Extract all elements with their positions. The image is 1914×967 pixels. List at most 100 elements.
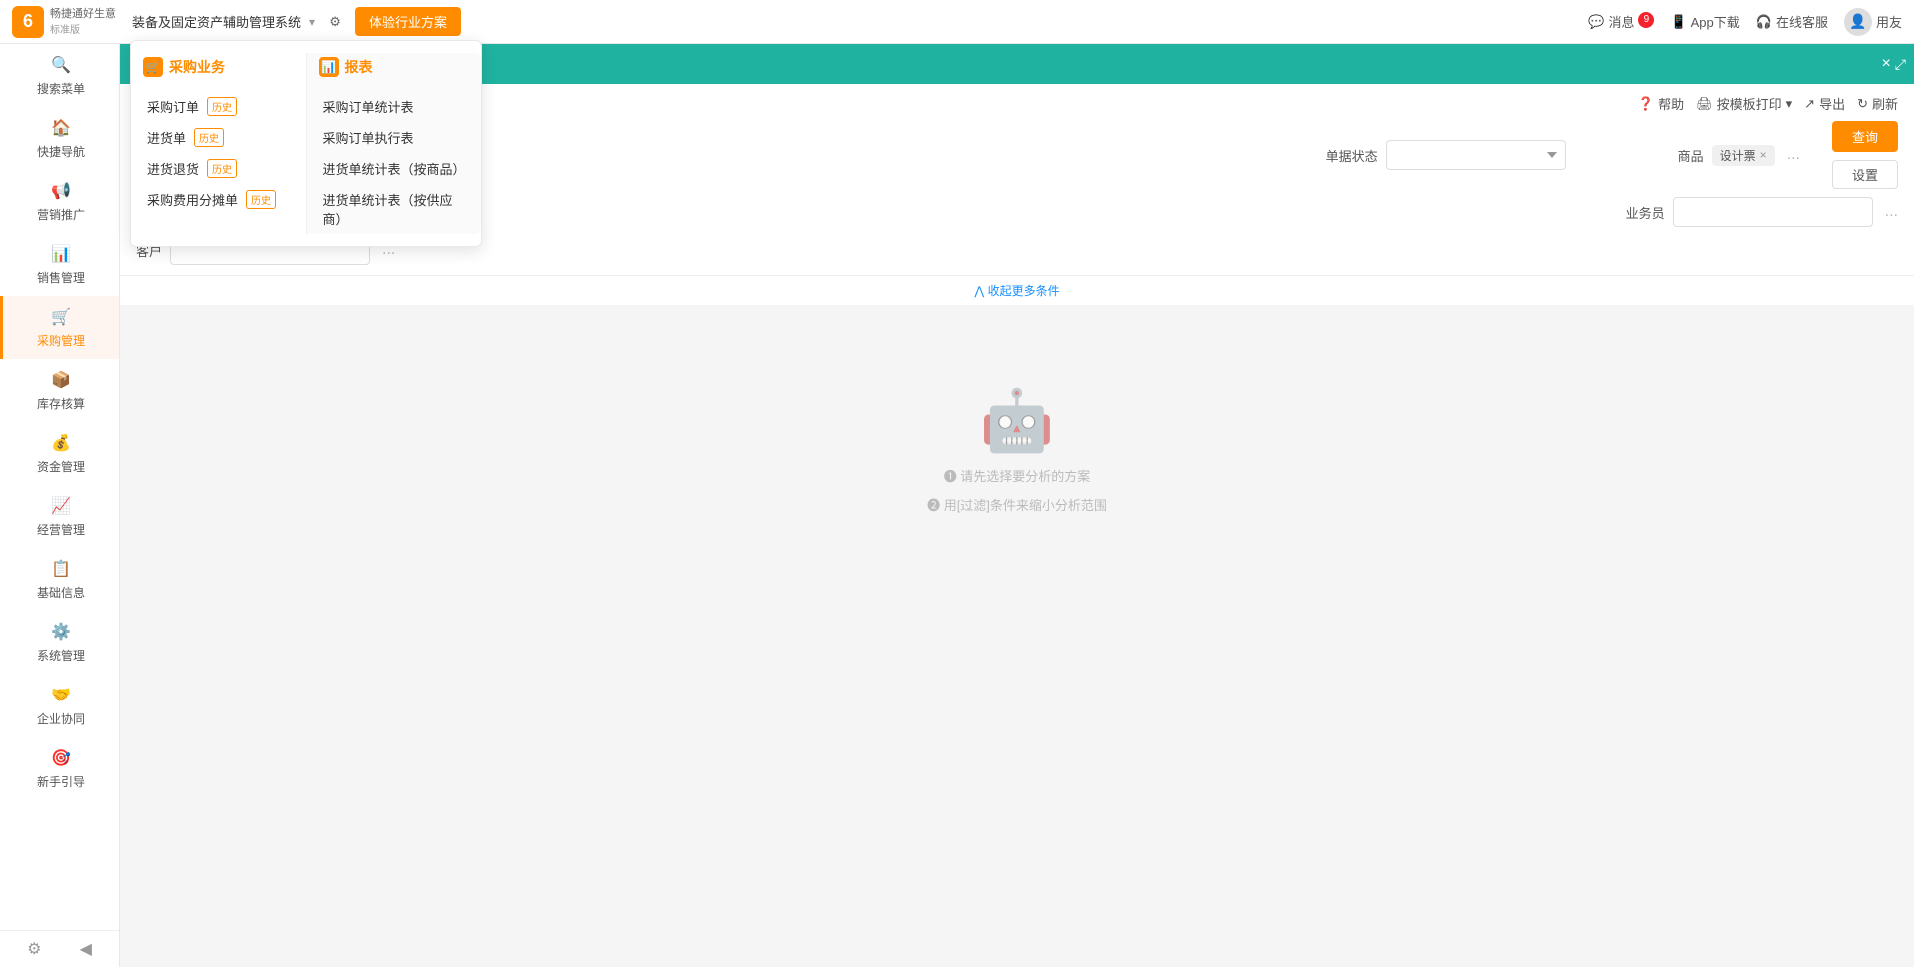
export-btn[interactable]: ↗ 导出	[1804, 94, 1845, 113]
sidebar-item-collab[interactable]: 🤝 企业协同	[0, 674, 119, 737]
dropdown-item-purchase-order[interactable]: 采购订单 历史	[143, 91, 294, 122]
purchase-col-label: 采购业务	[169, 57, 225, 77]
product-tag-close[interactable]: ×	[1760, 148, 1767, 162]
system-title: 装备及固定资产辅助管理系统	[132, 12, 301, 31]
salesman-label: 业务员	[1626, 203, 1665, 222]
salesman-filter: 业务员 ...	[1626, 197, 1898, 227]
salesman-input[interactable]	[1673, 197, 1873, 227]
dropdown-item-order-exec[interactable]: 采购订单执行表	[319, 122, 470, 153]
top-header: 6 畅捷通好生意 标准版 装备及固定资产辅助管理系统 ▾ ⚙ 体验行业方案 💬 …	[0, 0, 1914, 44]
purchase-icon: 🛒	[50, 306, 72, 328]
status-select[interactable]	[1386, 140, 1566, 170]
sidebar-bottom: ⚙ ◀	[0, 930, 119, 967]
settings-icon[interactable]: ⚙	[323, 10, 347, 34]
export-icon: ↗	[1804, 96, 1815, 112]
finance-icon: 💰	[50, 432, 72, 454]
dropdown-item-incoming-stats-product[interactable]: 进货单统计表（按商品）	[319, 153, 470, 184]
refresh-btn[interactable]: ↻ 刷新	[1857, 94, 1898, 113]
sidebar-label-marketing: 营销推广	[37, 206, 85, 223]
product-filter: 商品 设计票 × ...	[1678, 145, 1800, 166]
sidebar-item-operations[interactable]: 📈 经营管理	[0, 485, 119, 548]
content-area: 首页 销售排行榜 × × ⤢ ❓ 帮助 🖨	[120, 44, 1914, 967]
sidebar-item-marketing[interactable]: 📢 营销推广	[0, 170, 119, 233]
online-service-label: 在线客服	[1776, 12, 1828, 31]
sidebar-label-purchase: 采购管理	[37, 332, 85, 349]
tab-expand-icon[interactable]: ⤢	[1895, 56, 1906, 73]
sidebar-item-quick[interactable]: 🏠 快捷导航	[0, 107, 119, 170]
dropdown-item-cost[interactable]: 采购费用分摊单 历史	[143, 184, 294, 215]
sidebar-label-collab: 企业协同	[37, 710, 85, 727]
incoming-label: 进货单	[147, 128, 186, 147]
marketing-icon: 📢	[50, 180, 72, 202]
sidebar-label-sales: 销售管理	[37, 269, 85, 286]
logo-title: 畅捷通好生意	[50, 7, 116, 21]
print-label: 按模板打印	[1717, 94, 1782, 113]
product-label: 商品	[1678, 146, 1704, 165]
home-icon: 🏠	[50, 117, 72, 139]
sidebar-item-system[interactable]: ⚙️ 系统管理	[0, 611, 119, 674]
message-item[interactable]: 💬 消息 9	[1588, 12, 1654, 31]
header-right: 💬 消息 9 📱 App下载 🎧 在线客服 👤 用友	[1588, 8, 1902, 36]
message-label: 消息	[1608, 12, 1634, 31]
sidebar-item-purchase[interactable]: 🛒 采购管理	[0, 296, 119, 359]
product-tag: 设计票 ×	[1712, 145, 1775, 166]
dropdown-item-incoming[interactable]: 进货单 历史	[143, 122, 294, 153]
inventory-icon: 📦	[50, 369, 72, 391]
sidebar-item-basic[interactable]: 📋 基础信息	[0, 548, 119, 611]
logo-subtitle: 标准版	[50, 21, 116, 36]
user-avatar: 👤	[1844, 8, 1872, 36]
cost-history: 历史	[246, 190, 276, 209]
cost-label: 采购费用分摊单	[147, 190, 238, 209]
message-icon: 💬	[1588, 14, 1604, 30]
industry-btn[interactable]: 体验行业方案	[355, 7, 461, 36]
product-dots[interactable]: ...	[1787, 146, 1800, 164]
tab-bar-actions: × ⤢	[1881, 55, 1914, 73]
collapse-icon: ⋀	[974, 284, 984, 298]
system-dropdown-arrow[interactable]: ▾	[309, 15, 315, 29]
incoming-stats-supplier-label: 进货单统计表（按供应商）	[323, 190, 466, 228]
print-template-btn[interactable]: 🖨 按模板打印 ▾	[1696, 94, 1792, 113]
query-btn[interactable]: 查询	[1832, 121, 1898, 152]
dropdown-item-return[interactable]: 进货退货 历史	[143, 153, 294, 184]
operations-icon: 📈	[50, 495, 72, 517]
print-dropdown-icon: ▾	[1786, 96, 1793, 112]
dropdown-report-col: 📊 报表 采购订单统计表 采购订单执行表 进货单统计表（按商品） 进货单统计表（…	[306, 53, 482, 234]
report-col-label: 报表	[345, 57, 373, 77]
empty-state: 🤖 ❶ 请先选择要分析的方案 ❷ 用[过滤]条件来缩小分析范围	[120, 305, 1914, 594]
search-icon: 🔍	[50, 54, 72, 76]
sidebar-item-finance[interactable]: 💰 资金管理	[0, 422, 119, 485]
set-btn[interactable]: 设置	[1832, 160, 1898, 189]
sidebar-settings-btn[interactable]: ⚙	[27, 939, 41, 959]
system-icon: ⚙️	[50, 621, 72, 643]
online-service-item[interactable]: 🎧 在线客服	[1756, 12, 1828, 31]
collab-icon: 🤝	[50, 684, 72, 706]
purchase-order-label: 采购订单	[147, 97, 199, 116]
user-item[interactable]: 👤 用友	[1844, 8, 1902, 36]
order-stats-label: 采购订单统计表	[323, 97, 414, 116]
message-badge: 9	[1638, 12, 1654, 28]
dropdown-item-incoming-stats-supplier[interactable]: 进货单统计表（按供应商）	[319, 184, 470, 234]
collapse-btn[interactable]: ⋀ 收起更多条件	[120, 276, 1914, 305]
salesman-dots[interactable]: ...	[1885, 203, 1898, 221]
dropdown-item-order-stats[interactable]: 采购订单统计表	[319, 91, 470, 122]
sidebar-item-inventory[interactable]: 📦 库存核算	[0, 359, 119, 422]
sidebar-item-newbie[interactable]: 🎯 新手引导	[0, 737, 119, 800]
app-download-item[interactable]: 📱 App下载	[1670, 12, 1739, 31]
tab-close-all-icon[interactable]: ×	[1881, 55, 1890, 73]
user-label: 用友	[1876, 12, 1902, 31]
refresh-icon: ↻	[1857, 96, 1868, 112]
help-btn[interactable]: ❓ 帮助	[1638, 94, 1684, 113]
incoming-stats-product-label: 进货单统计表（按商品）	[323, 159, 466, 178]
product-tag-label: 设计票	[1720, 147, 1756, 164]
help-icon: ❓	[1638, 96, 1654, 112]
sidebar-collapse-btn[interactable]: ◀	[80, 939, 92, 959]
sales-icon: 📊	[50, 243, 72, 265]
dropdown-report-title: 📊 报表	[319, 53, 470, 81]
purchase-dropdown-menu: 🛒 采购业务 采购订单 历史 进货单 历史 进货退货 历史 采购费用分摊单	[130, 44, 482, 247]
sidebar-item-search[interactable]: 🔍 搜索菜单	[0, 44, 119, 107]
sidebar-item-sales[interactable]: 📊 销售管理	[0, 233, 119, 296]
basic-icon: 📋	[50, 558, 72, 580]
sidebar: 🔍 搜索菜单 🏠 快捷导航 📢 营销推广 📊 销售管理 🛒 采购管理 📦 库存核…	[0, 44, 120, 967]
dropdown-purchase-col: 🛒 采购业务 采购订单 历史 进货单 历史 进货退货 历史 采购费用分摊单	[131, 53, 306, 234]
sidebar-label-finance: 资金管理	[37, 458, 85, 475]
